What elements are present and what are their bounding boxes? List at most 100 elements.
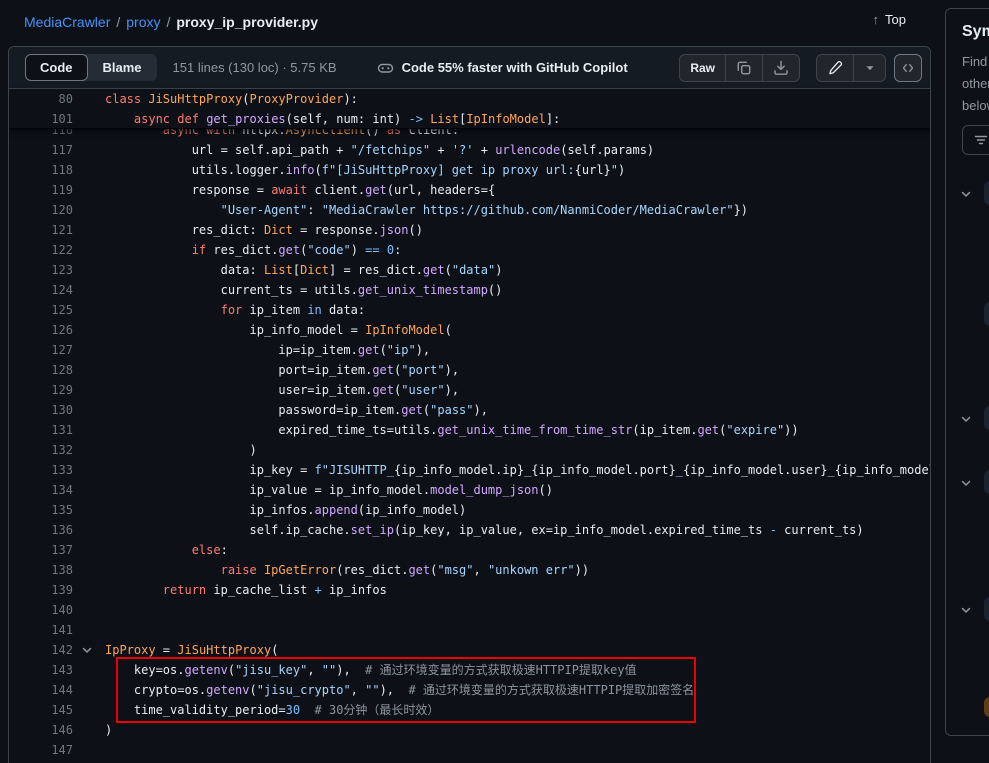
symbols-filter-input[interactable] xyxy=(962,125,989,155)
chevron-down-icon[interactable] xyxy=(960,412,972,430)
copy-icon xyxy=(736,60,752,76)
gutter xyxy=(73,480,105,500)
code-content: utils.logger.info(f"[JiSuHttpProxy] get … xyxy=(105,160,625,180)
gutter xyxy=(73,380,105,400)
code-line: 117 url = self.api_path + "/fetchips" + … xyxy=(9,140,930,160)
line-number[interactable]: 141 xyxy=(9,620,73,640)
file-view-container: Code Blame 151 lines (130 loc) · 5.75 KB… xyxy=(8,46,931,763)
code-symbols-icon xyxy=(901,61,915,75)
code-content: raise IpGetError(res_dict.get("msg", "un… xyxy=(105,560,589,580)
line-number[interactable]: 144 xyxy=(9,680,73,700)
line-number[interactable]: 135 xyxy=(9,500,73,520)
line-number[interactable]: 126 xyxy=(9,320,73,340)
code-line: 140 xyxy=(9,600,930,620)
line-number[interactable]: 142 xyxy=(9,640,73,660)
edit-button[interactable] xyxy=(817,55,853,81)
symbols-desc-line: below or in the code. xyxy=(962,95,989,117)
triangle-down-icon xyxy=(865,63,875,73)
tab-code[interactable]: Code xyxy=(25,54,88,81)
line-number[interactable]: 120 xyxy=(9,200,73,220)
chevron-down-icon[interactable] xyxy=(960,603,972,621)
line-number[interactable]: 146 xyxy=(9,720,73,740)
symbol-tree-item[interactable] xyxy=(984,302,989,326)
collapse-chevron-icon[interactable] xyxy=(73,640,105,660)
line-number[interactable]: 128 xyxy=(9,360,73,380)
line-number[interactable]: 139 xyxy=(9,580,73,600)
file-stats: 151 lines (130 loc) · 5.75 KB xyxy=(173,60,337,75)
code-lines: 116 async with httpx.AsyncClient() as cl… xyxy=(9,120,930,760)
symbol-tree-item[interactable] xyxy=(984,597,989,621)
edit-dropdown-button[interactable] xyxy=(853,55,885,81)
line-number[interactable]: 143 xyxy=(9,660,73,680)
line-number[interactable]: 137 xyxy=(9,540,73,560)
raw-button[interactable]: Raw xyxy=(680,55,725,81)
line-number[interactable]: 117 xyxy=(9,140,73,160)
line-number[interactable]: 124 xyxy=(9,280,73,300)
line-number[interactable]: 118 xyxy=(9,160,73,180)
line-number[interactable]: 80 xyxy=(9,89,73,109)
copilot-banner-text: Code 55% faster with GitHub Copilot xyxy=(402,60,628,75)
breadcrumb-repo-link[interactable]: MediaCrawler xyxy=(24,14,110,30)
symbol-tree-item[interactable] xyxy=(984,470,989,494)
symbols-desc-line: other symbols in this file by clicking a… xyxy=(962,73,989,95)
file-actions: Raw xyxy=(679,54,922,82)
gutter xyxy=(73,580,105,600)
line-number[interactable]: 133 xyxy=(9,460,73,480)
line-number[interactable]: 129 xyxy=(9,380,73,400)
symbols-pane-toggle-button[interactable] xyxy=(894,54,922,82)
line-number[interactable]: 123 xyxy=(9,260,73,280)
sticky-context-lines: 80class JiSuHttpProxy(ProxyProvider):101… xyxy=(9,89,930,129)
copy-button[interactable] xyxy=(725,55,762,81)
copilot-banner[interactable]: Code 55% faster with GitHub Copilot xyxy=(377,60,628,76)
gutter xyxy=(73,260,105,280)
gutter xyxy=(73,420,105,440)
code-line: 127 ip=ip_item.get("ip"), xyxy=(9,340,930,360)
code-line: 80class JiSuHttpProxy(ProxyProvider): xyxy=(9,89,930,109)
breadcrumb: MediaCrawler / proxy / proxy_ip_provider… xyxy=(24,14,318,30)
code-content: expired_time_ts=utils.get_unix_time_from… xyxy=(105,420,799,440)
line-number[interactable]: 127 xyxy=(9,340,73,360)
back-to-top-link[interactable]: ↑ Top xyxy=(873,12,906,27)
gutter xyxy=(73,740,105,760)
line-number[interactable]: 122 xyxy=(9,240,73,260)
code-content: "User-Agent": "MediaCrawler https://gith… xyxy=(105,200,748,220)
chevron-down-icon[interactable] xyxy=(960,476,972,494)
line-number[interactable]: 145 xyxy=(9,700,73,720)
code-line: 146) xyxy=(9,720,930,740)
line-number[interactable]: 132 xyxy=(9,440,73,460)
download-button[interactable] xyxy=(762,55,799,81)
line-number[interactable]: 121 xyxy=(9,220,73,240)
gutter xyxy=(73,160,105,180)
code-content: ip_value = ip_info_model.model_dump_json… xyxy=(105,480,553,500)
code-line: 137 else: xyxy=(9,540,930,560)
gutter xyxy=(73,720,105,740)
gutter xyxy=(73,540,105,560)
breadcrumb-folder-link[interactable]: proxy xyxy=(126,14,160,30)
code-line: 136 self.ip_cache.set_ip(ip_key, ip_valu… xyxy=(9,520,930,540)
line-number[interactable]: 101 xyxy=(9,109,73,129)
code-line: 144 crypto=os.getenv("jisu_crypto", ""),… xyxy=(9,680,930,700)
symbol-tree-item-highlighted[interactable] xyxy=(984,697,989,717)
gutter xyxy=(73,360,105,380)
line-number[interactable]: 119 xyxy=(9,180,73,200)
line-number[interactable]: 147 xyxy=(9,740,73,760)
code-line: 101 async def get_proxies(self, num: int… xyxy=(9,109,930,129)
symbol-tree-item[interactable] xyxy=(984,406,989,430)
line-number[interactable]: 125 xyxy=(9,300,73,320)
code-line: 135 ip_infos.append(ip_info_model) xyxy=(9,500,930,520)
line-number[interactable]: 131 xyxy=(9,420,73,440)
symbol-tree-item[interactable] xyxy=(984,181,989,205)
line-number[interactable]: 136 xyxy=(9,520,73,540)
gutter xyxy=(73,680,105,700)
line-number[interactable]: 138 xyxy=(9,560,73,580)
code-blame-switcher: Code Blame xyxy=(25,54,157,81)
line-number[interactable]: 130 xyxy=(9,400,73,420)
code-line: 130 password=ip_item.get("pass"), xyxy=(9,400,930,420)
symbols-panel-title: Symbols xyxy=(962,23,989,41)
line-number[interactable]: 140 xyxy=(9,600,73,620)
chevron-down-icon[interactable] xyxy=(960,187,972,205)
tab-blame[interactable]: Blame xyxy=(88,54,157,81)
gutter xyxy=(73,240,105,260)
line-number[interactable]: 134 xyxy=(9,480,73,500)
code-line: 122 if res_dict.get("code") == 0: xyxy=(9,240,930,260)
